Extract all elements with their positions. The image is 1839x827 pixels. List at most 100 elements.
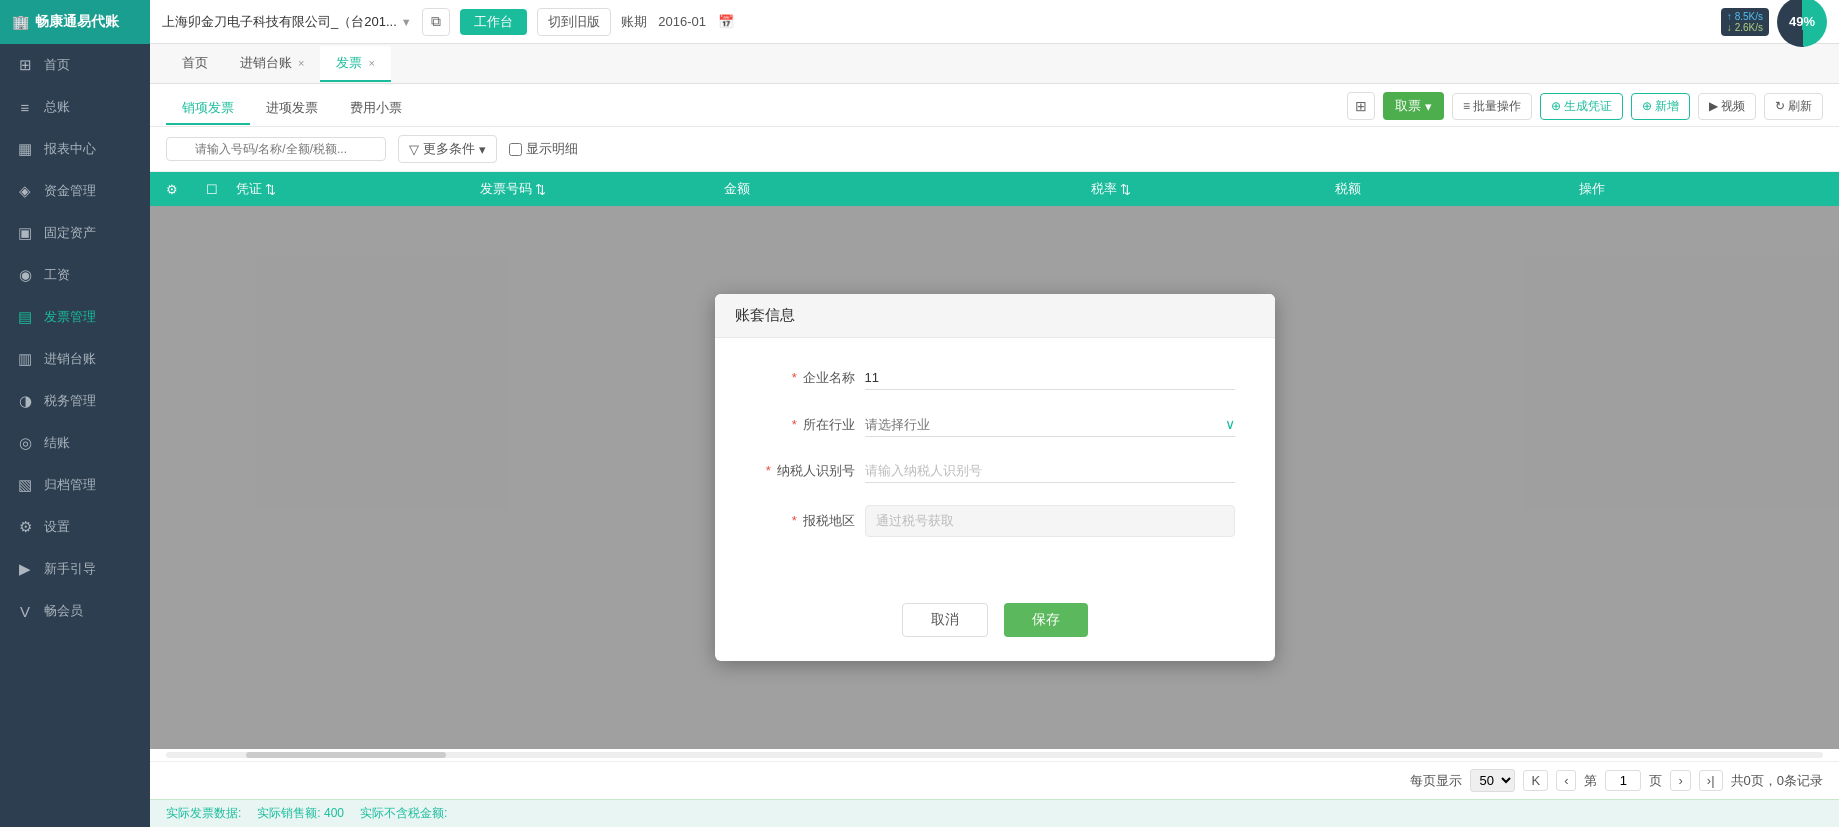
logo-text: 畅康通易代账 [35,13,119,31]
sidebar-item-purchases[interactable]: ▥ 进销台账 [0,338,150,380]
sidebar-item-assets[interactable]: ▣ 固定资产 [0,212,150,254]
sidebar-item-salary[interactable]: ◉ 工资 [0,254,150,296]
old-version-button[interactable]: 切到旧版 [537,8,611,36]
search-input[interactable] [166,137,386,161]
industry-select-wrap[interactable]: ∨ [865,412,1235,437]
reports-icon: ▦ [16,140,34,158]
scrollbar-track [166,752,1823,758]
video-label: 视频 [1721,98,1745,115]
tax-id-label: * 纳税人识别号 [755,462,865,480]
sidebar-item-label: 固定资产 [44,224,96,242]
th-voucher: 凭证 ⇅ [236,180,480,198]
add-button[interactable]: ⊕ 新增 [1631,93,1690,120]
last-page-btn[interactable]: ›| [1699,770,1723,791]
form-row-tax-region: * 报税地区 通过税号获取 [755,505,1235,537]
tab-purchases-label: 进销台账 [240,54,292,72]
next-page-btn[interactable]: › [1670,770,1690,791]
industry-label: * 所在行业 [755,416,865,434]
sidebar-item-settings[interactable]: ⚙ 设置 [0,506,150,548]
dialog-footer: 取消 保存 [715,587,1275,661]
horizontal-scrollbar [150,749,1839,761]
sidebar-item-home[interactable]: ⊞ 首页 [0,44,150,86]
sidebar-item-label: 结账 [44,434,70,452]
tax-id-input[interactable] [865,459,1235,483]
prev-page-btn[interactable]: ‹ [1556,770,1576,791]
period-info: 账期 2016-01 📅 [621,13,734,31]
member-icon: V [16,603,34,620]
sub-tab-purchase-invoice[interactable]: 进项发票 [250,93,334,125]
sidebar-item-invoice[interactable]: ▤ 发票管理 [0,296,150,338]
sub-tab-sales[interactable]: 销项发票 [166,93,250,125]
sub-tabs-right: ⊞ 取票 ▾ ≡ 批量操作 ⊕ 生成凭证 ⊕ 新增 ▶ 视频 [1347,92,1823,126]
sidebar-item-tax[interactable]: ◑ 税务管理 [0,380,150,422]
sidebar-item-label: 报表中心 [44,140,96,158]
save-button[interactable]: 保存 [1004,603,1088,637]
main-area: 上海卯金刀电子科技有限公司_（台201... ▼ ⧉ 工作台 切到旧版 账期 2… [150,0,1839,827]
cancel-button[interactable]: 取消 [902,603,988,637]
sidebar-item-guide[interactable]: ▶ 新手引导 [0,548,150,590]
batch-op-label: 批量操作 [1473,98,1521,115]
finance-icon: ◈ [16,182,34,200]
generate-voucher-button[interactable]: ⊕ 生成凭证 [1540,93,1623,120]
ticket-button[interactable]: 取票 ▾ [1383,92,1444,120]
logo-icon: 🏢 [12,14,29,30]
sidebar-item-label: 新手引导 [44,560,96,578]
status-item-0: 实际发票数据: [166,805,241,822]
industry-input[interactable] [865,417,1225,432]
add-icon: ⊕ [1642,99,1652,113]
sidebar-item-reports[interactable]: ▦ 报表中心 [0,128,150,170]
tab-home[interactable]: 首页 [166,46,224,82]
generate-label: 生成凭证 [1564,98,1612,115]
sidebar-item-ledger[interactable]: ≡ 总账 [0,86,150,128]
total-records: 共0页，0条记录 [1731,772,1823,790]
bottom-status: 实际发票数据: 实际销售额: 400 实际不含税金额: [150,799,1839,827]
refresh-label: 刷新 [1788,98,1812,115]
sidebar-item-archive[interactable]: ▧ 归档管理 [0,464,150,506]
sidebar-item-closing[interactable]: ◎ 结账 [0,422,150,464]
tab-invoice[interactable]: 发票 × [320,46,390,82]
sidebar-item-member[interactable]: V 畅会员 [0,590,150,632]
video-button[interactable]: ▶ 视频 [1698,93,1756,120]
sub-tab-sales-label: 销项发票 [182,100,234,115]
scrollbar-thumb[interactable] [246,752,446,758]
per-page-select[interactable]: 50 [1470,769,1515,792]
page-input[interactable] [1605,770,1641,791]
form-row-company-name: * 企业名称 [755,366,1235,390]
sidebar-item-label: 设置 [44,518,70,536]
sub-tab-expense[interactable]: 费用小票 [334,93,418,125]
th-checkbox: ☐ [206,182,236,197]
video-icon: ▶ [1709,99,1718,113]
more-conditions-button[interactable]: ▽ 更多条件 ▾ [398,135,497,163]
ticket-dropdown-icon: ▾ [1425,99,1432,114]
grid-view-btn[interactable]: ⊞ [1347,92,1375,120]
ticket-label: 取票 [1395,97,1421,115]
company-name-input[interactable] [865,366,1235,390]
download-speed: ↓ 2.6K/s [1727,22,1763,33]
tab-purchases-close[interactable]: × [298,57,304,69]
dialog-body: * 企业名称 * 所在行业 ∨ [715,338,1275,587]
sidebar-item-finance[interactable]: ◈ 资金管理 [0,170,150,212]
show-detail-checkbox[interactable] [509,143,522,156]
archive-icon: ▧ [16,476,34,494]
th-invoice-number: 发票号码 ⇅ [480,180,724,198]
tab-invoice-close[interactable]: × [368,57,374,69]
company-selector[interactable]: 上海卯金刀电子科技有限公司_（台201... ▼ [162,13,412,31]
sidebar: 🏢 畅康通易代账 ⊞ 首页 ≡ 总账 ▦ 报表中心 ◈ 资金管理 ▣ 固定资产 … [0,0,150,827]
page-label: 第 [1584,772,1597,790]
dialog-overlay: 账套信息 * 企业名称 * 所在行业 [150,206,1839,749]
workbench-button[interactable]: 工作台 [460,9,527,35]
status-item-2: 实际不含税金额: [360,805,447,822]
copy-icon-btn[interactable]: ⧉ [422,8,450,36]
more-conditions-arrow: ▾ [479,142,486,157]
footer-pagination: 每页显示 50 K ‹ 第 页 › ›| 共0页，0条记录 [150,761,1839,799]
table-header: ⚙ ☐ 凭证 ⇅ 发票号码 ⇅ 金额 税率 ⇅ 税额 操作 [150,172,1839,206]
batch-op-button[interactable]: ≡ 批量操作 [1452,93,1532,120]
grid-icon: ⊞ [1355,98,1367,114]
first-page-btn[interactable]: K [1523,770,1548,791]
calendar-icon: 📅 [718,14,734,29]
show-detail-checkbox-wrap[interactable]: 显示明细 [509,140,578,158]
form-row-industry: * 所在行业 ∨ [755,412,1235,437]
tab-purchases[interactable]: 进销台账 × [224,46,320,82]
refresh-button[interactable]: ↻ 刷新 [1764,93,1823,120]
industry-chevron-icon: ∨ [1225,416,1235,432]
